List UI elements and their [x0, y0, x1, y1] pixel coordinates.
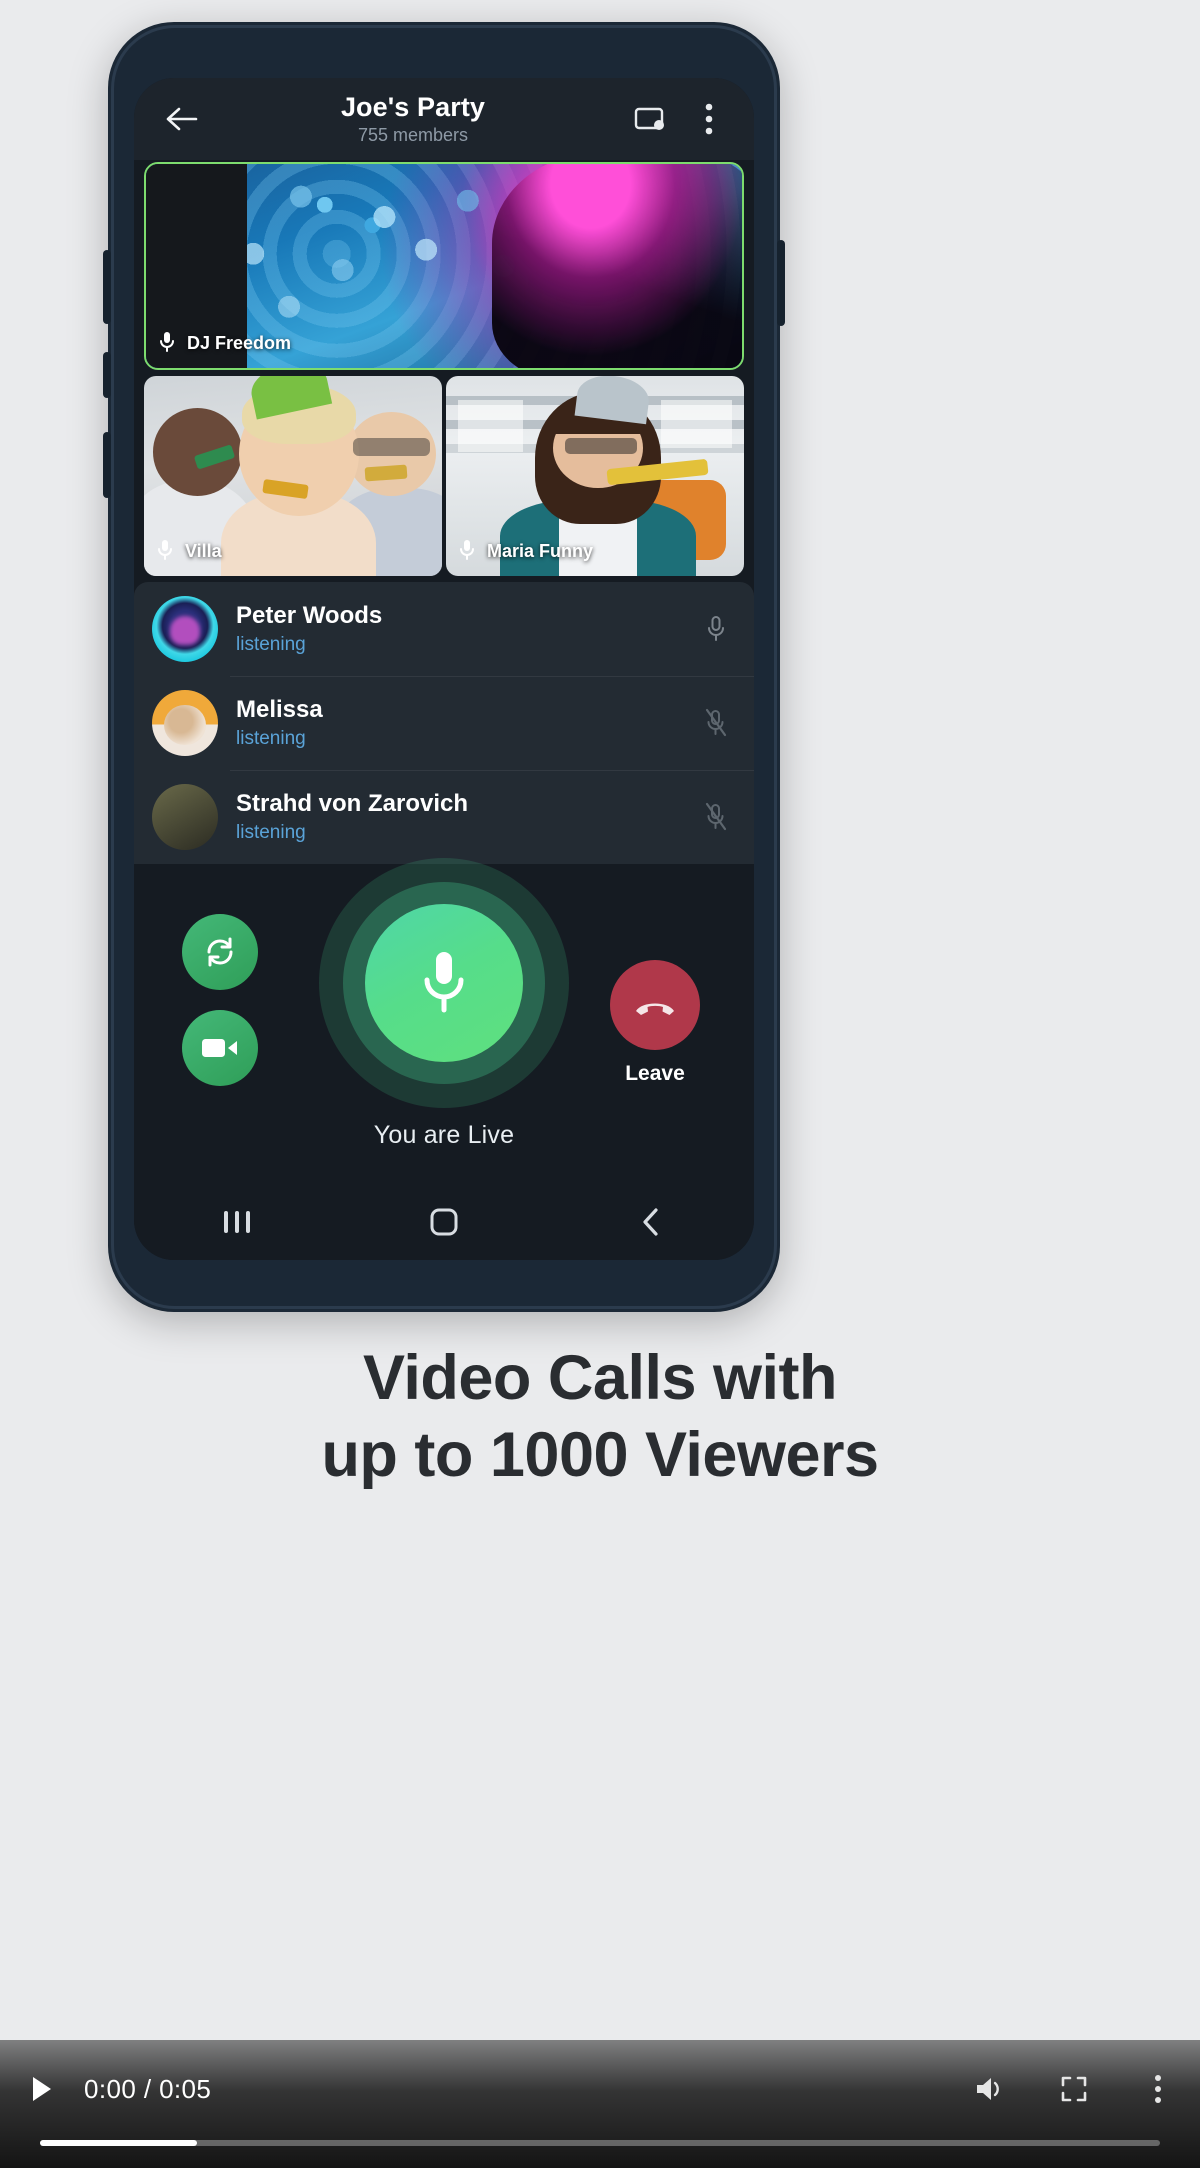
page-root: Video Calls with up to 1000 Viewers Joe'…	[0, 0, 1200, 2168]
volume-icon[interactable]	[948, 2074, 1032, 2104]
mute-toggle-button[interactable]	[365, 904, 523, 1062]
list-item[interactable]: Strahd von Zarovich listening	[134, 770, 754, 864]
screencast-icon[interactable]	[626, 96, 672, 142]
player-progress-fill	[40, 2140, 197, 2146]
participant-name: Melissa	[236, 696, 323, 724]
side-button-right[interactable]	[777, 240, 785, 326]
power-button[interactable]	[103, 432, 111, 498]
microphone-button-group	[319, 858, 569, 1108]
microphone-icon	[156, 538, 176, 564]
video-tile-label: Maria Funny	[458, 538, 593, 564]
microphone-icon	[458, 538, 478, 564]
microphone-icon[interactable]	[696, 614, 736, 644]
more-options-icon[interactable]	[1116, 2074, 1200, 2104]
leave-label: Leave	[625, 1062, 685, 1085]
video-grid: DJ Freedom Villa Maria Funny	[134, 162, 754, 576]
participant-name: Strahd von Zarovich	[236, 790, 469, 818]
video-tile-label: DJ Freedom	[158, 330, 291, 356]
video-tile-name: DJ Freedom	[187, 332, 292, 353]
page-title: Joe's Party	[340, 91, 486, 122]
player-control-row: 0:00 / 0:05	[0, 2058, 1200, 2120]
video-tile-villa[interactable]: Villa	[144, 376, 442, 576]
video-tile-name: Maria Funny	[487, 540, 594, 561]
header-titles: Joe's Party 755 members	[200, 92, 626, 146]
leave-control: Leave	[610, 960, 700, 1086]
participant-status: listening	[236, 727, 306, 749]
home-icon[interactable]	[409, 1194, 479, 1250]
microphone-muted-icon[interactable]	[696, 708, 736, 738]
participant-name: Peter Woods	[236, 602, 383, 630]
participant-info: Peter Woods listening	[236, 602, 678, 656]
hangup-phone-icon[interactable]	[610, 960, 700, 1050]
header-actions	[626, 96, 732, 142]
video-tile-row: Villa Maria Funny	[144, 376, 744, 576]
android-navbar	[134, 1184, 754, 1260]
app-header: Joe's Party 755 members	[134, 78, 754, 160]
video-tile-name: Villa	[185, 540, 222, 561]
caption-line-2: up to 1000 Viewers	[321, 1419, 879, 1490]
call-controls: You are Live Leave	[134, 858, 754, 1204]
phone-device: Joe's Party 755 members DJ Freedom Villa…	[103, 22, 785, 1312]
video-tile-label: Villa	[156, 538, 222, 564]
avatar	[152, 784, 218, 850]
back-chevron-icon[interactable]	[616, 1194, 686, 1250]
play-icon[interactable]	[0, 2074, 84, 2104]
flip-camera-icon[interactable]	[182, 914, 258, 990]
list-item[interactable]: Melissa listening	[134, 676, 754, 770]
avatar	[152, 690, 218, 756]
caption-line-1: Video Calls with	[363, 1343, 837, 1413]
video-camera-icon[interactable]	[182, 1010, 258, 1086]
player-time-display: 0:00 / 0:05	[84, 2073, 212, 2104]
participant-status: listening	[236, 821, 306, 843]
participant-info: Strahd von Zarovich listening	[236, 790, 678, 844]
video-player-controls: 0:00 / 0:05	[0, 2040, 1200, 2168]
recents-icon[interactable]	[202, 1194, 272, 1250]
fullscreen-icon[interactable]	[1032, 2075, 1116, 2103]
participant-info: Melissa listening	[236, 696, 678, 750]
microphone-muted-icon[interactable]	[696, 802, 736, 832]
overflow-menu-icon[interactable]	[686, 96, 732, 142]
video-tile-maria-funny[interactable]: Maria Funny	[446, 376, 744, 576]
microphone-icon	[158, 330, 178, 356]
member-count: 755 members	[357, 125, 469, 146]
secondary-controls	[182, 914, 258, 1086]
live-status-label: You are Live	[373, 1121, 515, 1149]
video-tile-dj-freedom[interactable]: DJ Freedom	[144, 162, 744, 370]
volume-down-button[interactable]	[103, 352, 111, 398]
promo-caption: Video Calls with up to 1000 Viewers	[0, 1340, 1200, 1494]
participant-list: Peter Woods listening Melissa listening …	[134, 582, 754, 864]
avatar	[152, 596, 218, 662]
phone-screen: Joe's Party 755 members DJ Freedom Villa…	[134, 78, 754, 1260]
list-item[interactable]: Peter Woods listening	[134, 582, 754, 676]
player-progress-bar[interactable]	[40, 2140, 1160, 2146]
participant-status: listening	[236, 633, 306, 655]
volume-up-button[interactable]	[103, 250, 111, 324]
